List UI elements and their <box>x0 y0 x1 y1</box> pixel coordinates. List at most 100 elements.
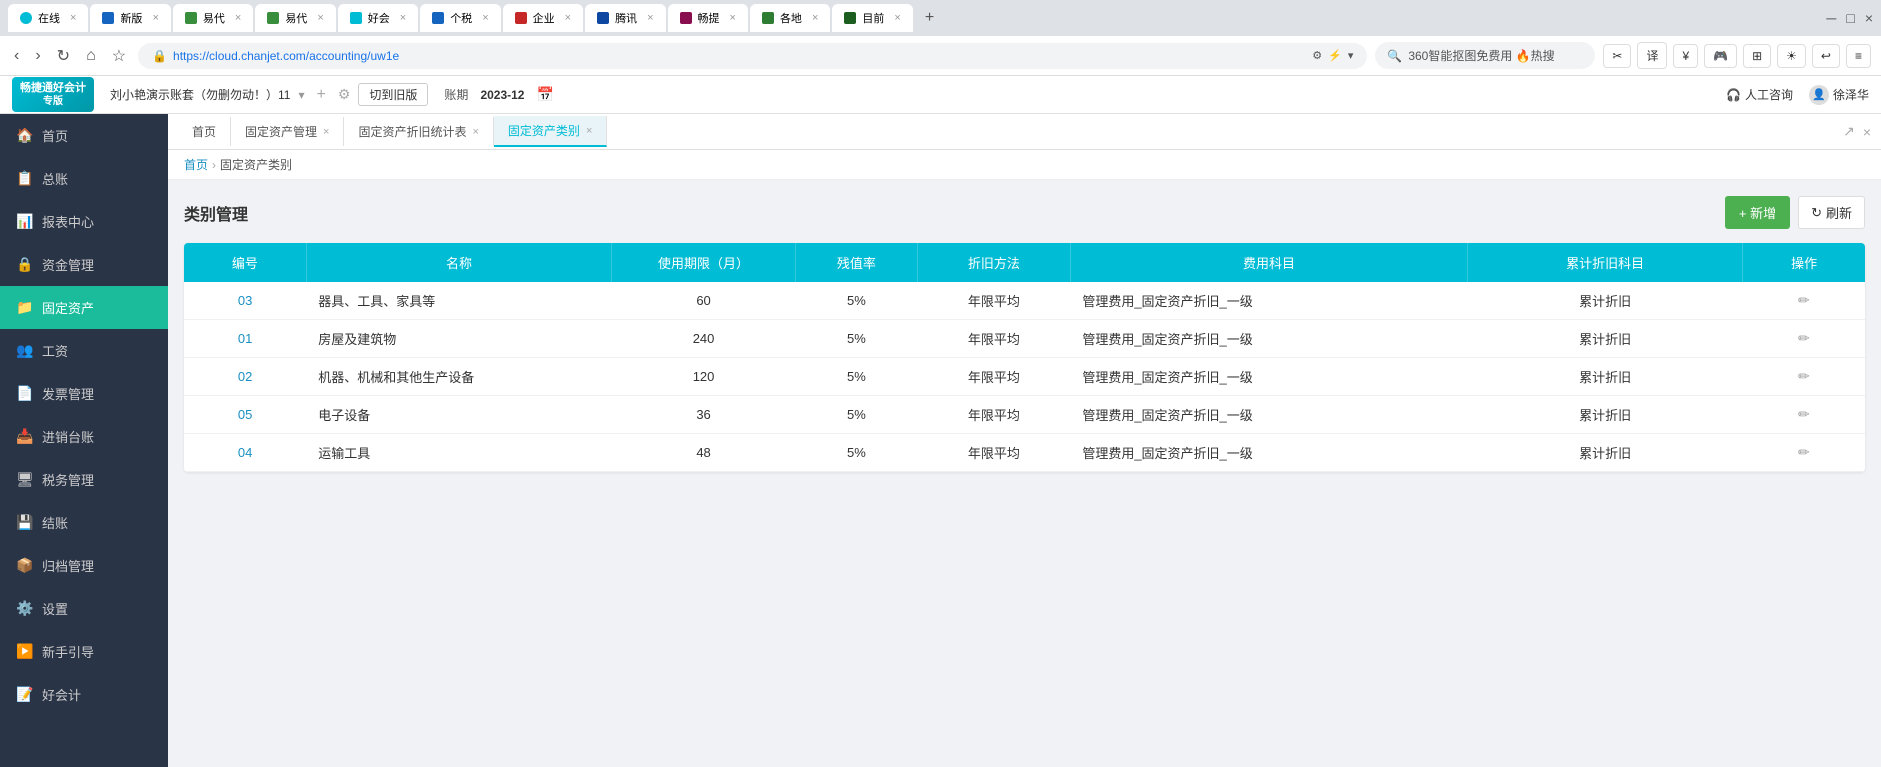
sidebar-item-reports[interactable]: 📊 报表中心 <box>0 200 168 243</box>
tab-depreciation-stats-close[interactable]: × <box>472 126 478 138</box>
new-tab-button[interactable]: + <box>917 5 942 31</box>
add-button[interactable]: + 新增 <box>1725 196 1790 229</box>
back-button[interactable]: ‹ <box>10 43 23 69</box>
sidebar-item-funds[interactable]: 🔒 资金管理 <box>0 243 168 286</box>
url-bar[interactable]: 🔒 https://cloud.chanjet.com/accounting/u… <box>138 43 1367 69</box>
col-header-period: 使用期限（月） <box>612 243 795 282</box>
sidebar-item-archive[interactable]: 📦 归档管理 <box>0 544 168 587</box>
edit-icon[interactable]: ✏ <box>1798 406 1810 422</box>
cell-action: ✏ <box>1743 396 1865 434</box>
maximize-button[interactable]: □ <box>1846 10 1854 26</box>
tab-depreciation-stats[interactable]: 固定资产折旧统计表 × <box>344 117 493 146</box>
tab-assets-mgmt-close[interactable]: × <box>323 126 329 138</box>
headset-icon: 🎧 <box>1726 88 1741 102</box>
col-header-accumulated: 累计折旧科目 <box>1468 243 1743 282</box>
main-layout: 🏠 首页 📋 总账 📊 报表中心 🔒 资金管理 📁 固定资产 👥 工资 📄 发票… <box>0 114 1881 767</box>
browser-tab-online[interactable]: 在线 × <box>8 4 88 32</box>
cell-period: 120 <box>612 358 795 396</box>
sidebar-item-tax-label: 税务管理 <box>42 470 94 489</box>
sidebar-item-invoice[interactable]: 📄 发票管理 <box>0 372 168 415</box>
translate-icon[interactable]: 译 <box>1637 42 1667 69</box>
settings-icon[interactable]: ⚙ <box>338 86 351 103</box>
sidebar-item-assets[interactable]: 📁 固定资产 <box>0 286 168 329</box>
tab-home[interactable]: 首页 <box>178 117 231 146</box>
tab-assets-category[interactable]: 固定资产类别 × <box>494 116 607 147</box>
sidebar-item-haokuai[interactable]: 📝 好会计 <box>0 673 168 716</box>
consult-button[interactable]: 🎧 人工咨询 <box>1726 86 1793 103</box>
user-button[interactable]: 👤 徐泽华 <box>1809 85 1869 105</box>
col-header-rate: 残值率 <box>795 243 917 282</box>
browser-tab-haohui[interactable]: 好会 × <box>338 4 418 32</box>
user-avatar-icon: 👤 <box>1809 85 1829 105</box>
sidebar-item-salary[interactable]: 👥 工资 <box>0 329 168 372</box>
browser-tab-yidai1[interactable]: 易代 × <box>173 4 253 32</box>
home-button[interactable]: ⌂ <box>82 43 100 69</box>
browser-tab-tengxun[interactable]: 腾讯 × <box>585 4 665 32</box>
user-info: 刘小艳演示账套（勿删勿动！）11 <box>110 86 290 103</box>
sidebar-item-settings-label: 设置 <box>42 599 68 618</box>
tab-assets-category-close[interactable]: × <box>586 125 592 137</box>
game-icon[interactable]: 🎮 <box>1704 44 1737 68</box>
tab-assets-mgmt[interactable]: 固定资产管理 × <box>231 117 344 146</box>
sidebar-item-purchase[interactable]: 📥 进销台账 <box>0 415 168 458</box>
search-box[interactable]: 🔍 360智能抠图免费用 🔥热搜 <box>1375 42 1595 69</box>
tab-collapse-button[interactable]: ↗ <box>1843 123 1855 140</box>
browser-tab-yidai2[interactable]: 易代 × <box>255 4 335 32</box>
cell-period: 36 <box>612 396 795 434</box>
add-account-button[interactable]: + <box>313 86 330 104</box>
home-icon: 🏠 <box>16 127 34 145</box>
edit-icon[interactable]: ✏ <box>1798 292 1810 308</box>
sidebar-item-closing[interactable]: 💾 结账 <box>0 501 168 544</box>
tab-assets-mgmt-label: 固定资产管理 <box>245 123 317 140</box>
category-table: 编号 名称 使用期限（月） 残值率 折旧方法 费用科目 累计折旧科目 操作 03… <box>184 243 1865 472</box>
cell-period: 240 <box>612 320 795 358</box>
invoice-icon: 📄 <box>16 385 34 403</box>
refresh-button[interactable]: ↻ 刷新 <box>1798 196 1865 229</box>
edit-icon[interactable]: ✏ <box>1798 368 1810 384</box>
cell-rate: 5% <box>795 434 917 472</box>
reports-icon: 📊 <box>16 213 34 231</box>
sidebar: 🏠 首页 📋 总账 📊 报表中心 🔒 资金管理 📁 固定资产 👥 工资 📄 发票… <box>0 114 168 767</box>
cut-icon[interactable]: ✂ <box>1603 44 1631 68</box>
dropdown-icon[interactable]: ▾ <box>298 88 304 102</box>
reload-button[interactable]: ↻ <box>53 42 74 70</box>
cell-id: 04 <box>184 434 306 472</box>
browser-tab-changtai[interactable]: 畅提 × <box>668 4 748 32</box>
tab-expand-button[interactable]: × <box>1863 124 1871 140</box>
settings-icon: ⚙️ <box>16 600 34 618</box>
browser-tab-gedi[interactable]: 各地 × <box>750 4 830 32</box>
bookmark-button[interactable]: ☆ <box>108 42 130 70</box>
sidebar-item-tax[interactable]: 🖥 税务管理 <box>0 458 168 501</box>
sidebar-item-guide[interactable]: ▶️ 新手引导 <box>0 630 168 673</box>
sidebar-item-settings[interactable]: ⚙️ 设置 <box>0 587 168 630</box>
browser-tab-muqian[interactable]: 目前 × <box>832 4 912 32</box>
cell-period: 48 <box>612 434 795 472</box>
browser-tab-geshui[interactable]: 个税 × <box>420 4 500 32</box>
breadcrumb-home[interactable]: 首页 <box>184 156 208 173</box>
calendar-icon[interactable]: 📅 <box>536 86 553 103</box>
grid-icon[interactable]: ⊞ <box>1743 44 1771 68</box>
undo-icon[interactable]: ↩ <box>1812 44 1840 68</box>
browser-tab-qiye[interactable]: 企业 × <box>503 4 583 32</box>
cell-accumulated: 累计折旧 <box>1468 434 1743 472</box>
edit-icon[interactable]: ✏ <box>1798 330 1810 346</box>
cell-rate: 5% <box>795 282 917 320</box>
purchase-icon: 📥 <box>16 428 34 446</box>
col-header-cost: 费用科目 <box>1070 243 1467 282</box>
browser-tab-new[interactable]: 新版 × <box>90 4 170 32</box>
close-button[interactable]: × <box>1865 10 1873 26</box>
minimize-button[interactable]: ─ <box>1826 10 1836 26</box>
coin-icon[interactable]: ¥ <box>1673 44 1698 68</box>
sidebar-item-ledger-label: 总账 <box>42 169 68 188</box>
sidebar-item-home[interactable]: 🏠 首页 <box>0 114 168 157</box>
edit-icon[interactable]: ✏ <box>1798 444 1810 460</box>
sun-icon[interactable]: ☀ <box>1777 44 1806 68</box>
sidebar-item-guide-label: 新手引导 <box>42 642 94 661</box>
cell-name: 运输工具 <box>306 434 612 472</box>
forward-button[interactable]: › <box>31 43 44 69</box>
cell-action: ✏ <box>1743 282 1865 320</box>
menu-icon[interactable]: ≡ <box>1846 44 1871 68</box>
sidebar-item-ledger[interactable]: 📋 总账 <box>0 157 168 200</box>
switch-version-button[interactable]: 切到旧版 <box>358 83 428 106</box>
cell-method: 年限平均 <box>918 320 1071 358</box>
